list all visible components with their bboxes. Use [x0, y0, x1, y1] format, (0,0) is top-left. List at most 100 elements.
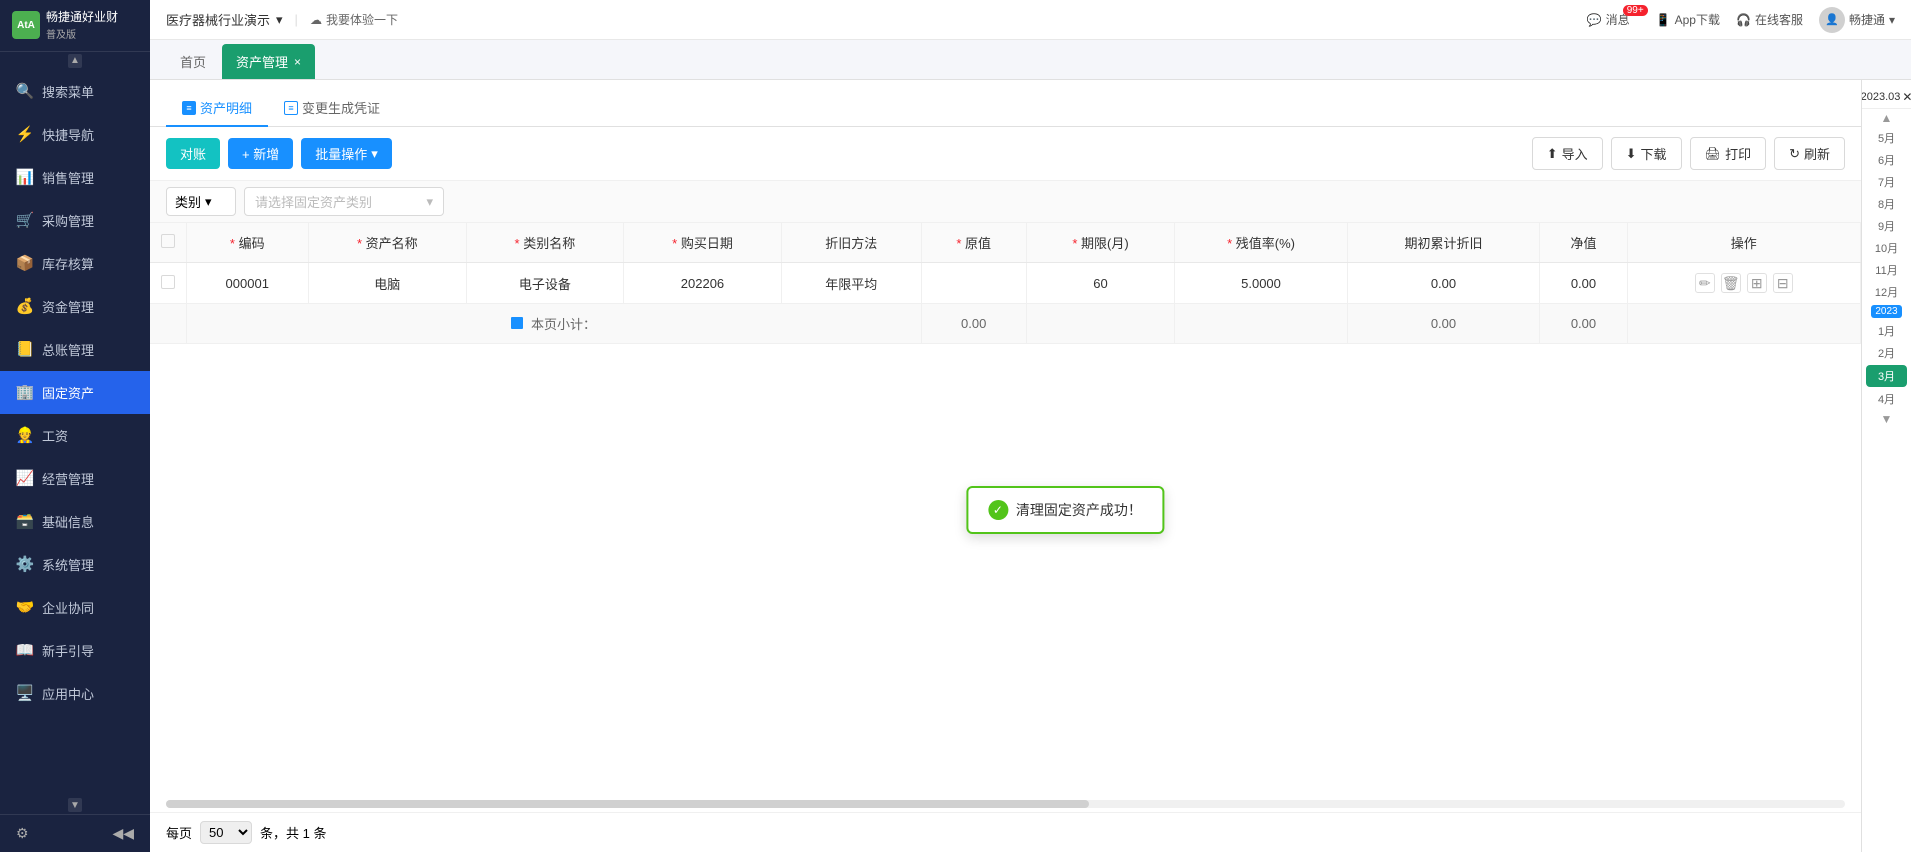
- sidebar-item-inventory[interactable]: 📦 库存核算: [0, 242, 150, 285]
- sub-tab-change-voucher-label: 变更生成凭证: [302, 98, 380, 117]
- experience-btn[interactable]: ☁ 我要体验一下: [310, 11, 398, 28]
- refresh-button[interactable]: ↻ 刷新: [1774, 137, 1845, 170]
- new-button[interactable]: + 新增: [228, 138, 293, 169]
- sidebar-scroll-up[interactable]: ▲: [68, 54, 82, 68]
- subtotal-row: 本页小计： 0.00 0.00 0.00: [150, 304, 1861, 344]
- guide-icon: 📖: [16, 641, 34, 659]
- cell-net-value: 0.00: [1540, 263, 1627, 304]
- right-panel-header[interactable]: 2023.03 ✕: [1862, 86, 1911, 109]
- timeline-month-8[interactable]: 8月: [1862, 193, 1911, 215]
- timeline-month-9[interactable]: 9月: [1862, 215, 1911, 237]
- action-icons: ✏ 🗑 ⊞ ⊟: [1636, 273, 1852, 293]
- ledger-icon: 📒: [16, 340, 34, 358]
- subtotal-original: 0.00: [921, 304, 1026, 344]
- table-row: 000001 电脑 电子设备 202206 年限平均 60 5.0000 0.0…: [150, 263, 1861, 304]
- batch-ops-label: 批量操作: [315, 144, 367, 163]
- sidebar-item-finance[interactable]: 💰 资金管理: [0, 285, 150, 328]
- tab-home[interactable]: 首页: [166, 44, 220, 79]
- sub-tab-asset-detail-label: 资产明细: [200, 98, 252, 117]
- cell-actions: ✏ 🗑 ⊞ ⊟: [1627, 263, 1860, 304]
- sidebar-item-salary[interactable]: 👷 工资: [0, 414, 150, 457]
- sub-tab-change-voucher[interactable]: ≡ 变更生成凭证: [268, 90, 396, 127]
- tab-home-label: 首页: [180, 55, 206, 70]
- asset-detail-icon: ≡: [182, 101, 196, 115]
- scrollbar-thumb[interactable]: [166, 800, 1089, 808]
- sidebar-item-purchase[interactable]: 🛒 采购管理: [0, 199, 150, 242]
- th-period: 期限(月): [1026, 223, 1175, 263]
- category-input[interactable]: 请选择固定资产类别 ▾: [244, 187, 444, 216]
- timeline-month-5[interactable]: 5月: [1862, 127, 1911, 149]
- search-icon: 🔍: [16, 82, 34, 100]
- sidebar-item-search[interactable]: 🔍 搜索菜单: [0, 70, 150, 113]
- timeline-month-4[interactable]: 4月: [1862, 388, 1911, 410]
- more-icon[interactable]: ⊟: [1773, 273, 1793, 293]
- right-panel-down[interactable]: ▼: [1879, 410, 1895, 428]
- right-panel-close[interactable]: ✕: [1902, 90, 1911, 104]
- timeline-month-3-current[interactable]: 3月: [1866, 365, 1907, 387]
- tab-asset-mgmt[interactable]: 资产管理 ×: [222, 44, 315, 79]
- online-service-btn[interactable]: 🎧 在线客服: [1736, 11, 1803, 28]
- sidebar: AtA 畅捷通好业财 普及版 ▲ 🔍 搜索菜单 ⚡ 快捷导航 📊 销售管理 🛒 …: [0, 0, 150, 852]
- timeline-month-6[interactable]: 6月: [1862, 149, 1911, 171]
- delete-icon[interactable]: 🗑: [1721, 273, 1741, 293]
- category-select[interactable]: 类别 ▾: [166, 187, 236, 216]
- timeline-month-1[interactable]: 1月: [1862, 320, 1911, 342]
- sidebar-item-guide[interactable]: 📖 新手引导: [0, 629, 150, 672]
- import-icon: ⬆: [1547, 146, 1558, 162]
- sub-tab-asset-detail[interactable]: ≡ 资产明细: [166, 90, 268, 127]
- company-selector[interactable]: 医疗器械行业演示 ▾: [166, 10, 283, 29]
- cell-category: 电子设备: [466, 263, 624, 304]
- th-name: 资产名称: [309, 223, 467, 263]
- tab-close-icon[interactable]: ×: [294, 55, 301, 69]
- subtotal-empty-1: [150, 304, 186, 344]
- sidebar-scroll-down[interactable]: ▼: [68, 798, 82, 812]
- reconcile-button[interactable]: 对账: [166, 138, 220, 169]
- timeline-month-2[interactable]: 2月: [1862, 342, 1911, 364]
- timeline-month-10[interactable]: 10月: [1862, 237, 1911, 259]
- timeline-month-11[interactable]: 11月: [1862, 259, 1911, 281]
- timeline-month-7[interactable]: 7月: [1862, 171, 1911, 193]
- import-button[interactable]: ⬆ 导入: [1532, 137, 1603, 170]
- sidebar-item-enterprise[interactable]: 🤝 企业协同: [0, 586, 150, 629]
- app-download-btn[interactable]: 📱 App下载: [1656, 11, 1720, 28]
- batch-ops-button[interactable]: 批量操作 ▾: [301, 138, 392, 169]
- sidebar-item-sales[interactable]: 📊 销售管理: [0, 156, 150, 199]
- right-panel-up[interactable]: ▲: [1879, 109, 1895, 127]
- row-select-checkbox[interactable]: [161, 275, 175, 289]
- sidebar-item-label: 资金管理: [42, 297, 94, 316]
- sidebar-item-label: 经营管理: [42, 469, 94, 488]
- settings-icon[interactable]: ⚙: [16, 825, 29, 842]
- cell-name: 电脑: [309, 263, 467, 304]
- sidebar-item-app-center[interactable]: 🖥️ 应用中心: [0, 672, 150, 715]
- edit-icon[interactable]: ✏: [1695, 273, 1715, 293]
- print-icon: 🖨: [1705, 146, 1722, 162]
- copy-icon[interactable]: ⊞: [1747, 273, 1767, 293]
- sidebar-menu: 🔍 搜索菜单 ⚡ 快捷导航 📊 销售管理 🛒 采购管理 📦 库存核算 💰 资金管…: [0, 70, 150, 796]
- right-panel-title: 2023.03: [1861, 91, 1900, 103]
- messages-btn[interactable]: 💬 消息 99+: [1577, 11, 1640, 28]
- sidebar-item-system[interactable]: ⚙️ 系统管理: [0, 543, 150, 586]
- page-tabs: 首页 资产管理 ×: [150, 40, 1911, 80]
- sidebar-item-base-info[interactable]: 🗃️ 基础信息: [0, 500, 150, 543]
- per-page-select[interactable]: 50 100 200: [200, 821, 252, 844]
- user-menu[interactable]: 👤 畅捷通 ▾: [1819, 7, 1895, 33]
- enterprise-icon: 🤝: [16, 598, 34, 616]
- success-toast: ✓ 清理固定资产成功！: [966, 486, 1164, 534]
- th-code: 编码: [186, 223, 309, 263]
- sidebar-item-ledger[interactable]: 📒 总账管理: [0, 328, 150, 371]
- cell-accumulated: 0.00: [1347, 263, 1540, 304]
- sidebar-item-label: 采购管理: [42, 211, 94, 230]
- timeline-month-12[interactable]: 12月: [1862, 281, 1911, 303]
- select-all-checkbox[interactable]: [161, 234, 175, 248]
- collapse-icon[interactable]: ◀◀: [112, 825, 134, 842]
- download-button[interactable]: ⬇ 下载: [1611, 137, 1682, 170]
- download-icon: 📱: [1656, 13, 1671, 27]
- th-net-value: 净值: [1540, 223, 1627, 263]
- sidebar-item-label: 总账管理: [42, 340, 94, 359]
- print-button[interactable]: 🖨 打印: [1690, 137, 1767, 170]
- sidebar-item-business[interactable]: 📈 经营管理: [0, 457, 150, 500]
- th-original-value: 原值: [921, 223, 1026, 263]
- sidebar-item-fixed-assets[interactable]: 🏢 固定资产: [0, 371, 150, 414]
- category-placeholder: 请选择固定资产类别: [255, 192, 372, 211]
- sidebar-item-quick-nav[interactable]: ⚡ 快捷导航: [0, 113, 150, 156]
